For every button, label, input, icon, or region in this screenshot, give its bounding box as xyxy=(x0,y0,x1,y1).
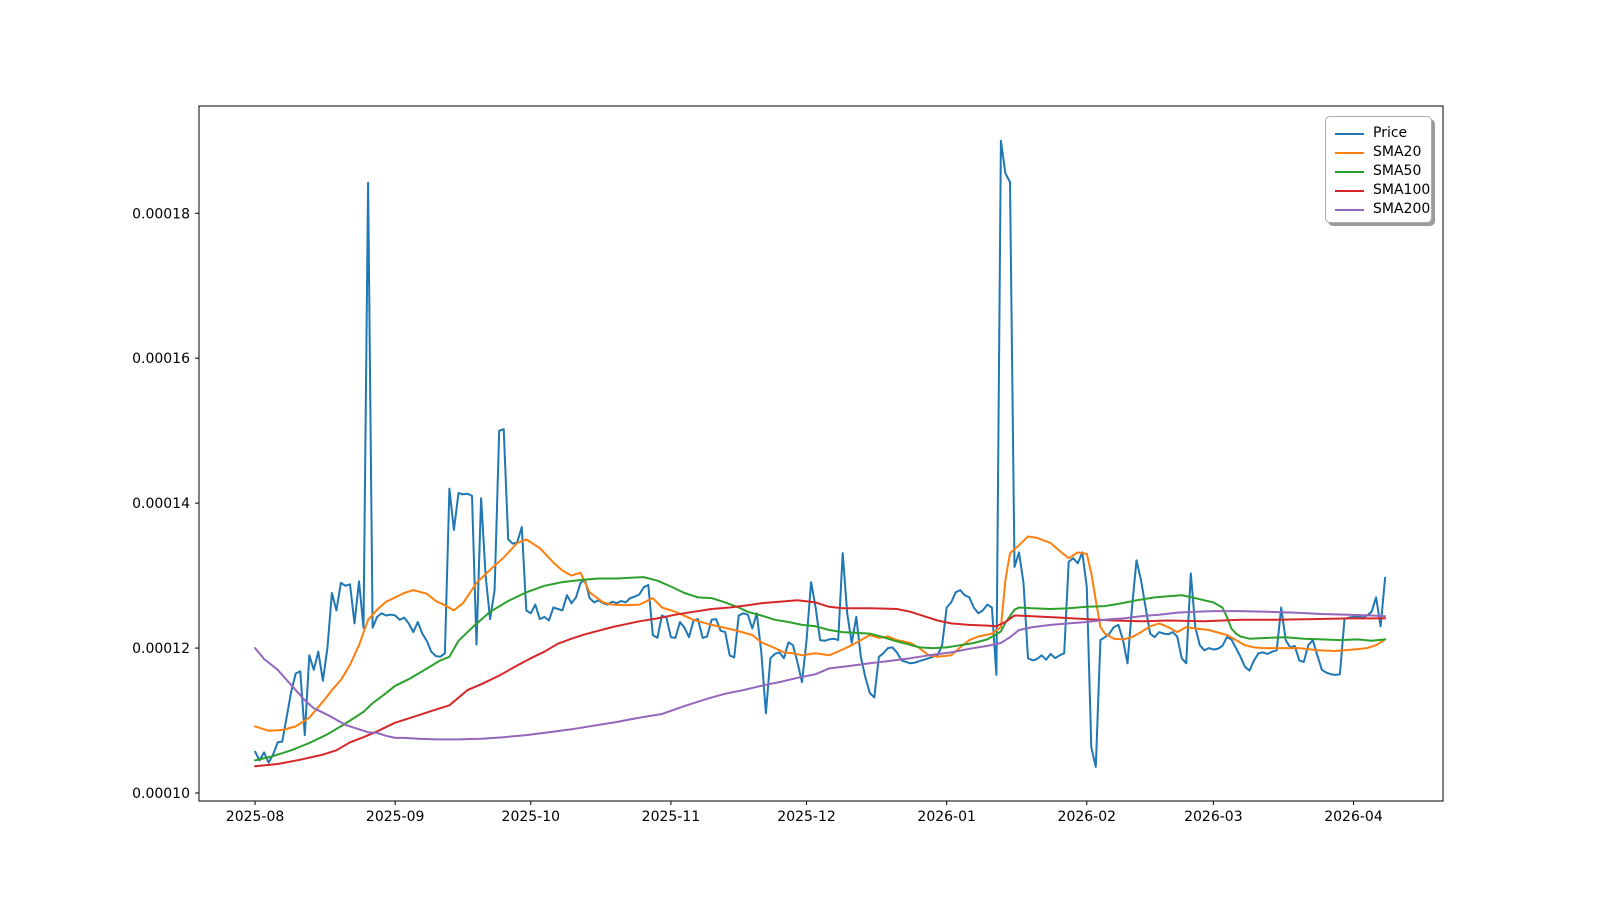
legend-label: SMA50 xyxy=(1373,163,1422,179)
legend-item-price: Price xyxy=(1335,124,1423,143)
legend-item-sma50: SMA50 xyxy=(1335,162,1423,181)
legend-label: SMA200 xyxy=(1373,201,1431,217)
x-tick-label: 2025-12 xyxy=(777,809,836,825)
x-tick-label: 2025-10 xyxy=(502,809,561,825)
x-tick-label: 2026-03 xyxy=(1184,809,1243,825)
plot-frame xyxy=(198,105,1444,802)
legend-item-sma200: SMA200 xyxy=(1335,200,1430,219)
legend-label: SMA20 xyxy=(1373,144,1422,160)
legend-swatch-sma50 xyxy=(1335,170,1364,173)
sma100-line xyxy=(254,599,1387,768)
legend-label: SMA100 xyxy=(1373,182,1431,198)
legend-swatch-price xyxy=(1335,132,1364,135)
figure-canvas: 2025-08 2025-09 2025-10 2025-11 2025-12 2026-… xyxy=(0,0,1600,900)
y-tick-label: 0.00012 xyxy=(132,641,190,657)
x-tick-label: 2026-04 xyxy=(1324,809,1383,825)
legend-item-sma20: SMA20 xyxy=(1335,143,1423,162)
x-tick-label: 2026-01 xyxy=(917,809,976,825)
x-tick-label: 2025-09 xyxy=(366,809,425,825)
legend-item-sma100: SMA100 xyxy=(1335,181,1430,200)
x-tick-label: 2025-08 xyxy=(226,809,285,825)
x-tick-label: 2025-11 xyxy=(642,809,701,825)
legend-swatch-sma200 xyxy=(1335,208,1364,211)
y-tick-label: 0.00010 xyxy=(132,786,190,802)
y-tick-label: 0.00018 xyxy=(132,206,190,222)
legend-label: Price xyxy=(1373,125,1408,141)
legend-swatch-sma20 xyxy=(1335,151,1364,154)
x-tick-label: 2026-02 xyxy=(1058,809,1117,825)
y-tick-label: 0.00014 xyxy=(132,496,190,512)
sma200-line xyxy=(254,610,1387,741)
legend: Price SMA20 SMA50 SMA100 SMA200 xyxy=(1325,116,1432,223)
y-tick-label: 0.00016 xyxy=(132,351,190,367)
legend-swatch-sma100 xyxy=(1335,189,1364,192)
